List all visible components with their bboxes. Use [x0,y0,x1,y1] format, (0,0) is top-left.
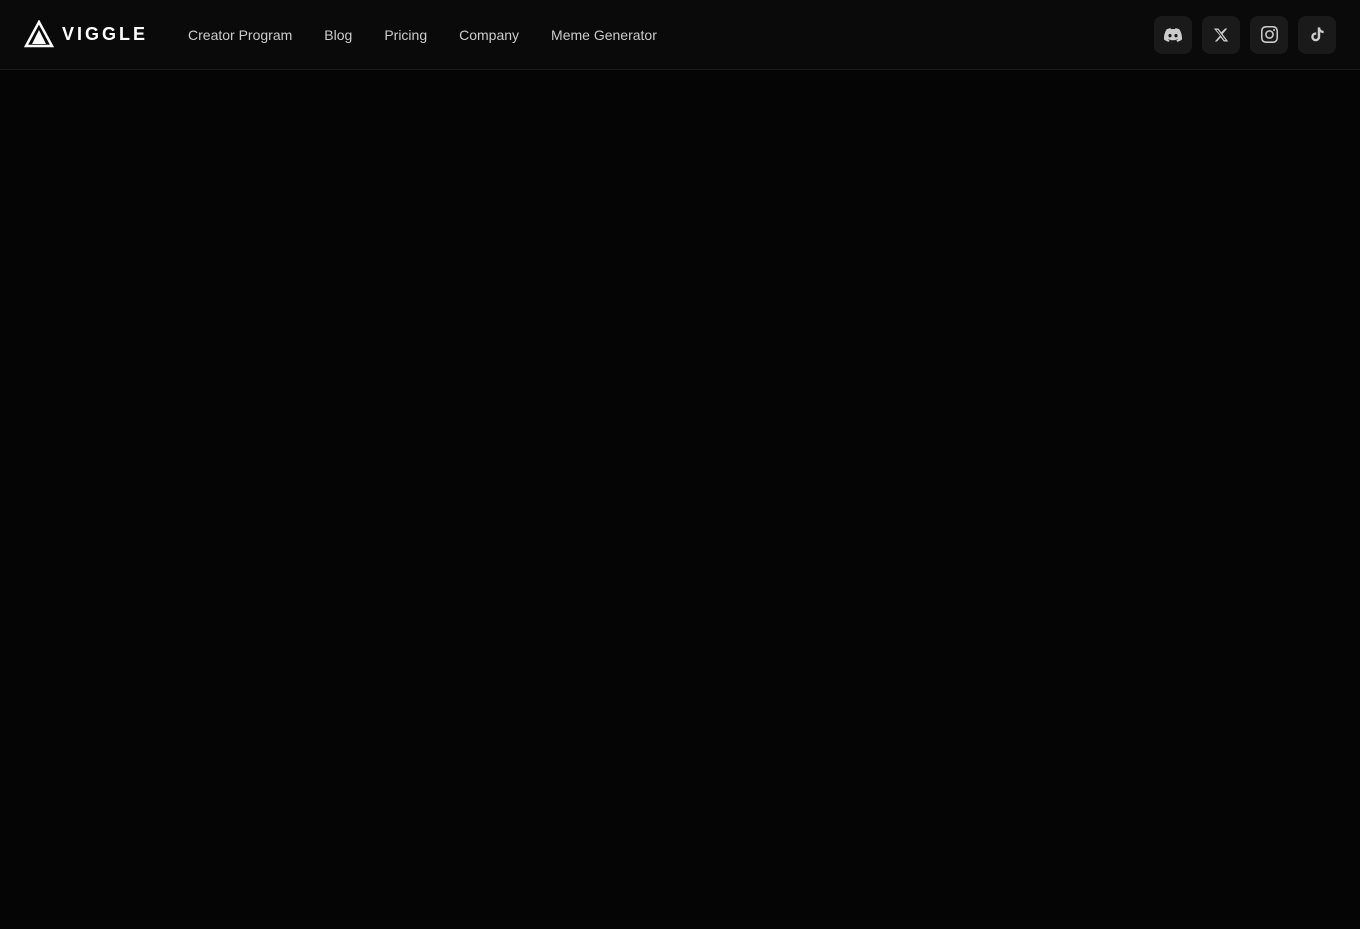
instagram-button[interactable] [1250,16,1288,54]
logo-text: VIGGLE [62,24,148,45]
nav-link-company[interactable]: Company [459,27,519,43]
instagram-icon [1261,26,1278,43]
discord-icon [1164,26,1182,44]
nav-link-blog[interactable]: Blog [324,27,352,43]
navbar-right [1154,16,1336,54]
discord-button[interactable] [1154,16,1192,54]
nav-links: Creator Program Blog Pricing Company Mem… [188,27,657,43]
viggle-logo-icon [24,20,54,50]
twitter-icon [1213,27,1229,43]
navbar: VIGGLE Creator Program Blog Pricing Comp… [0,0,1360,70]
twitter-button[interactable] [1202,16,1240,54]
tiktok-button[interactable] [1298,16,1336,54]
navbar-left: VIGGLE Creator Program Blog Pricing Comp… [24,20,657,50]
main-content [0,70,1360,859]
nav-link-pricing[interactable]: Pricing [384,27,427,43]
nav-link-creator-program[interactable]: Creator Program [188,27,292,43]
logo[interactable]: VIGGLE [24,20,148,50]
tiktok-icon [1309,26,1326,43]
nav-link-meme-generator[interactable]: Meme Generator [551,27,657,43]
